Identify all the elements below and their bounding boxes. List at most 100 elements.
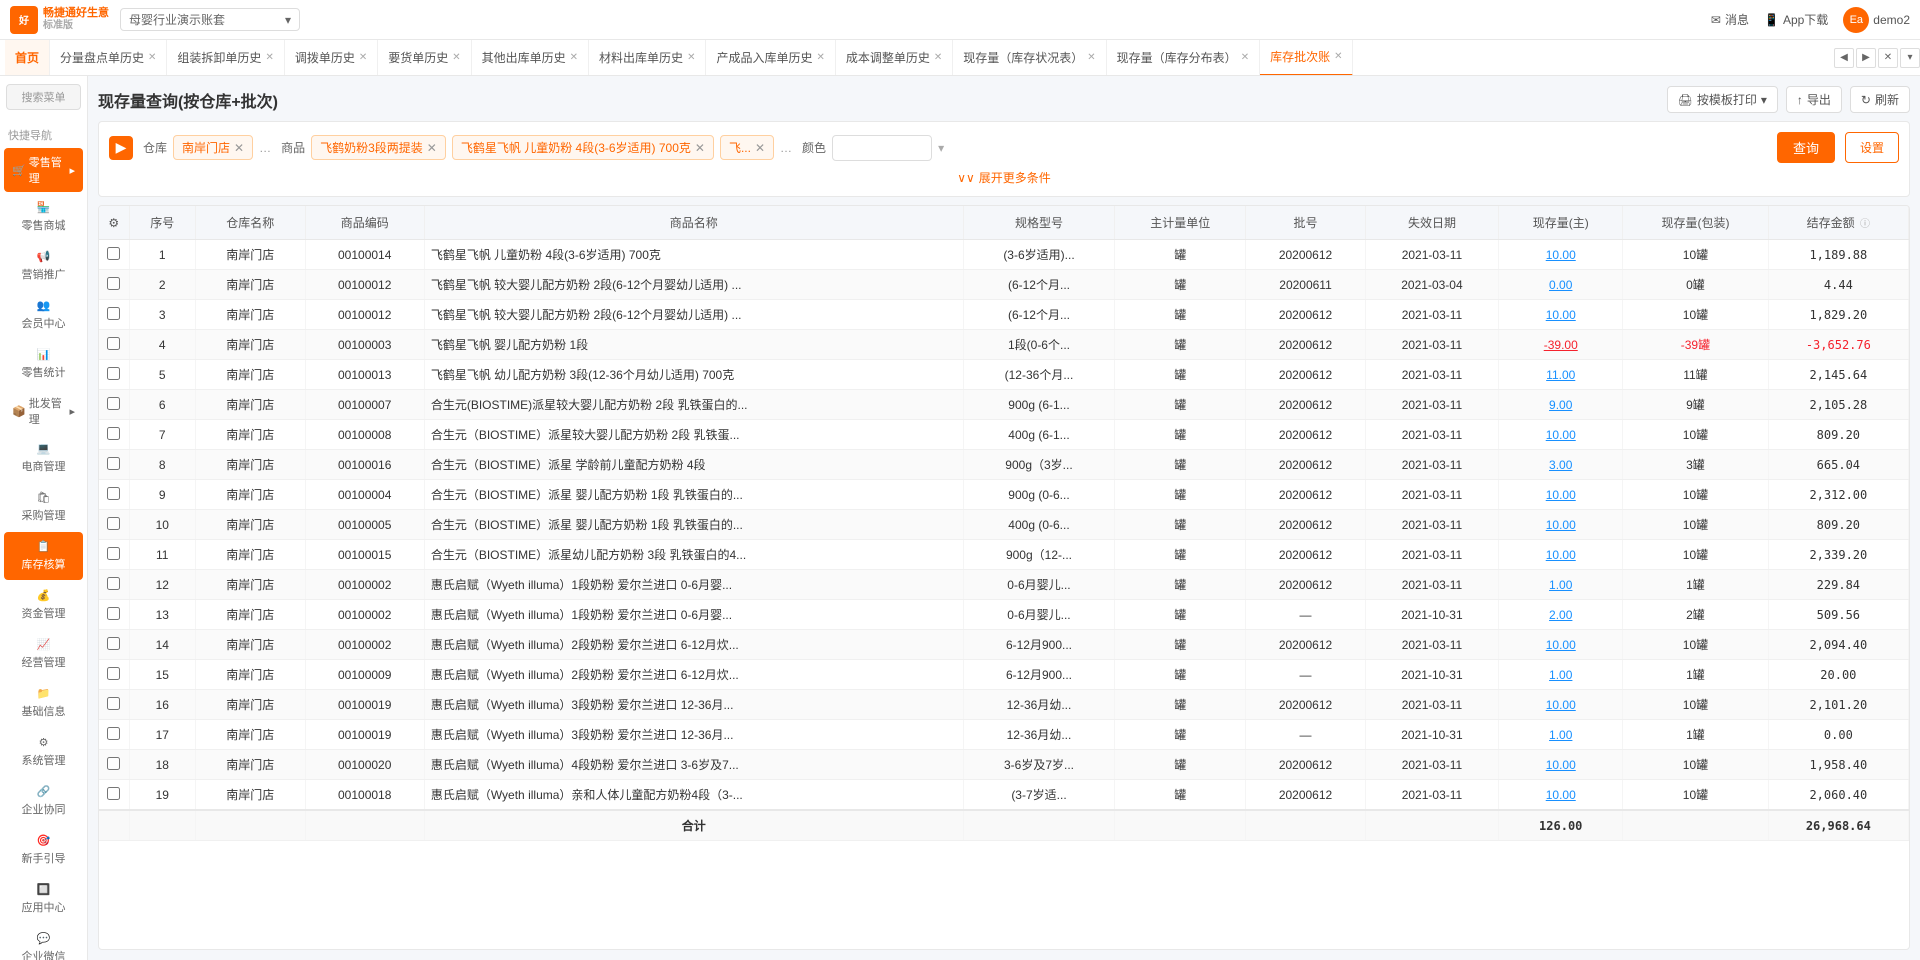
col-settings[interactable]: ⚙ bbox=[99, 206, 129, 240]
cell-checkbox[interactable] bbox=[99, 510, 129, 540]
tab-9[interactable]: 现存量（库存状况表） ✕ bbox=[953, 40, 1106, 76]
nav-arrow-close[interactable]: ✕ bbox=[1878, 48, 1898, 68]
cell-checkbox[interactable] bbox=[99, 480, 129, 510]
warehouse-tag[interactable]: 南岸门店 ✕ bbox=[173, 135, 253, 160]
tab-7[interactable]: 产成品入库单历史 ✕ bbox=[706, 40, 835, 76]
app-download-btn[interactable]: 📱 App下载 bbox=[1764, 11, 1828, 28]
row-checkbox[interactable] bbox=[107, 487, 120, 500]
cell-qty-main[interactable]: -39.00 bbox=[1499, 330, 1623, 360]
row-checkbox[interactable] bbox=[107, 637, 120, 650]
refresh-btn[interactable]: ↻ 刷新 bbox=[1850, 86, 1910, 113]
close-tab-6[interactable]: ✕ bbox=[687, 52, 695, 63]
close-tab-1[interactable]: ✕ bbox=[148, 52, 156, 63]
close-tab-2[interactable]: ✕ bbox=[265, 52, 273, 63]
product-tag-more[interactable]: 飞... ✕ bbox=[720, 135, 774, 160]
row-checkbox[interactable] bbox=[107, 757, 120, 770]
nav-arrow-left[interactable]: ◀ bbox=[1834, 48, 1854, 68]
sidebar-item-member[interactable]: 👥 会员中心 bbox=[4, 291, 83, 339]
row-checkbox[interactable] bbox=[107, 787, 120, 800]
search-menu-btn[interactable]: 搜索菜单 bbox=[6, 84, 81, 110]
close-tab-11[interactable]: ✕ bbox=[1334, 51, 1342, 62]
cell-qty-main[interactable]: 2.00 bbox=[1499, 600, 1623, 630]
close-tab-9[interactable]: ✕ bbox=[1087, 52, 1095, 63]
cell-checkbox[interactable] bbox=[99, 780, 129, 811]
cell-qty-main[interactable]: 10.00 bbox=[1499, 300, 1623, 330]
remove-product-tag-2[interactable]: ✕ bbox=[695, 141, 705, 155]
row-checkbox[interactable] bbox=[107, 517, 120, 530]
cell-qty-main[interactable]: 10.00 bbox=[1499, 420, 1623, 450]
filter-expand-btn[interactable]: ∨∨ 展开更多条件 bbox=[109, 169, 1899, 186]
nav-arrow-menu[interactable]: ▾ bbox=[1900, 48, 1920, 68]
product-tag-2[interactable]: 飞鹤星飞帆 儿童奶粉 4段(3-6岁适用) 700克 ✕ bbox=[452, 135, 714, 160]
cell-checkbox[interactable] bbox=[99, 690, 129, 720]
close-tab-7[interactable]: ✕ bbox=[816, 52, 824, 63]
messages-btn[interactable]: ✉ 消息 bbox=[1711, 11, 1749, 28]
row-checkbox[interactable] bbox=[107, 727, 120, 740]
row-checkbox[interactable] bbox=[107, 427, 120, 440]
tab-8[interactable]: 成本调整单历史 ✕ bbox=[836, 40, 953, 76]
sidebar-item-wechat[interactable]: 💬 企业微信 bbox=[4, 924, 83, 960]
nav-arrow-right[interactable]: ▶ bbox=[1856, 48, 1876, 68]
close-tab-10[interactable]: ✕ bbox=[1241, 52, 1249, 63]
warehouse-more[interactable]: … bbox=[259, 141, 271, 155]
cell-checkbox[interactable] bbox=[99, 600, 129, 630]
remove-product-more[interactable]: ✕ bbox=[755, 141, 765, 155]
cell-checkbox[interactable] bbox=[99, 300, 129, 330]
tab-10[interactable]: 现存量（库存分布表） ✕ bbox=[1107, 40, 1260, 76]
row-checkbox[interactable] bbox=[107, 367, 120, 380]
row-checkbox[interactable] bbox=[107, 607, 120, 620]
sidebar-item-system[interactable]: ⚙ 系统管理 bbox=[4, 728, 83, 776]
sidebar-item-retail-mgmt[interactable]: 🛒 零售管理 ▸ bbox=[4, 148, 83, 192]
cell-qty-main[interactable]: 3.00 bbox=[1499, 450, 1623, 480]
cell-qty-main[interactable]: 1.00 bbox=[1499, 720, 1623, 750]
row-checkbox[interactable] bbox=[107, 337, 120, 350]
tab-2[interactable]: 组装拆卸单历史 ✕ bbox=[167, 40, 284, 76]
cell-qty-main[interactable]: 11.00 bbox=[1499, 360, 1623, 390]
sidebar-item-ecommerce[interactable]: 💻 电商管理 bbox=[4, 434, 83, 482]
cell-checkbox[interactable] bbox=[99, 360, 129, 390]
cell-qty-main[interactable]: 9.00 bbox=[1499, 390, 1623, 420]
print-btn[interactable]: 🖨 按模板打印 ▾ bbox=[1667, 86, 1778, 113]
sidebar-item-inventory[interactable]: 📋 库存核算 bbox=[4, 532, 83, 580]
row-checkbox[interactable] bbox=[107, 547, 120, 560]
tab-5[interactable]: 其他出库单历史 ✕ bbox=[472, 40, 589, 76]
cell-checkbox[interactable] bbox=[99, 660, 129, 690]
cell-checkbox[interactable] bbox=[99, 390, 129, 420]
cell-checkbox[interactable] bbox=[99, 570, 129, 600]
product-more-dots[interactable]: … bbox=[780, 141, 792, 155]
sidebar-item-collab[interactable]: 🔗 企业协同 bbox=[4, 777, 83, 825]
tab-4[interactable]: 要货单历史 ✕ bbox=[378, 40, 471, 76]
tab-11[interactable]: 库存批次账 ✕ bbox=[1260, 40, 1353, 76]
close-tab-3[interactable]: ✕ bbox=[359, 52, 367, 63]
cell-qty-main[interactable]: 10.00 bbox=[1499, 240, 1623, 270]
cell-checkbox[interactable] bbox=[99, 240, 129, 270]
account-selector[interactable]: 母婴行业演示账套 ▾ bbox=[120, 8, 300, 31]
cell-checkbox[interactable] bbox=[99, 330, 129, 360]
cell-checkbox[interactable] bbox=[99, 420, 129, 450]
close-tab-5[interactable]: ✕ bbox=[570, 52, 578, 63]
cell-qty-main[interactable]: 1.00 bbox=[1499, 570, 1623, 600]
cell-qty-main[interactable]: 10.00 bbox=[1499, 480, 1623, 510]
sidebar-item-purchase[interactable]: 🛍 采购管理 bbox=[4, 483, 83, 531]
sidebar-item-retail-stats[interactable]: 📊 零售统计 bbox=[4, 340, 83, 388]
cell-qty-main[interactable]: 10.00 bbox=[1499, 510, 1623, 540]
cell-checkbox[interactable] bbox=[99, 720, 129, 750]
tab-6[interactable]: 材料出库单历史 ✕ bbox=[589, 40, 706, 76]
cell-qty-main[interactable]: 10.00 bbox=[1499, 750, 1623, 780]
tab-home[interactable]: 首页 bbox=[5, 40, 50, 76]
row-checkbox[interactable] bbox=[107, 667, 120, 680]
cell-qty-main[interactable]: 10.00 bbox=[1499, 780, 1623, 811]
row-checkbox[interactable] bbox=[107, 457, 120, 470]
row-checkbox[interactable] bbox=[107, 307, 120, 320]
sidebar-item-guide[interactable]: 🎯 新手引导 bbox=[4, 826, 83, 874]
cell-checkbox[interactable] bbox=[99, 750, 129, 780]
cell-checkbox[interactable] bbox=[99, 270, 129, 300]
cell-qty-main[interactable]: 10.00 bbox=[1499, 690, 1623, 720]
remove-warehouse-tag[interactable]: ✕ bbox=[234, 141, 244, 155]
product-tag-1[interactable]: 飞鹤奶粉3段两提装 ✕ bbox=[311, 135, 446, 160]
row-checkbox[interactable] bbox=[107, 277, 120, 290]
row-checkbox[interactable] bbox=[107, 247, 120, 260]
sidebar-item-finance[interactable]: 💰 资金管理 bbox=[4, 581, 83, 629]
cell-qty-main[interactable]: 1.00 bbox=[1499, 660, 1623, 690]
cell-qty-main[interactable]: 0.00 bbox=[1499, 270, 1623, 300]
